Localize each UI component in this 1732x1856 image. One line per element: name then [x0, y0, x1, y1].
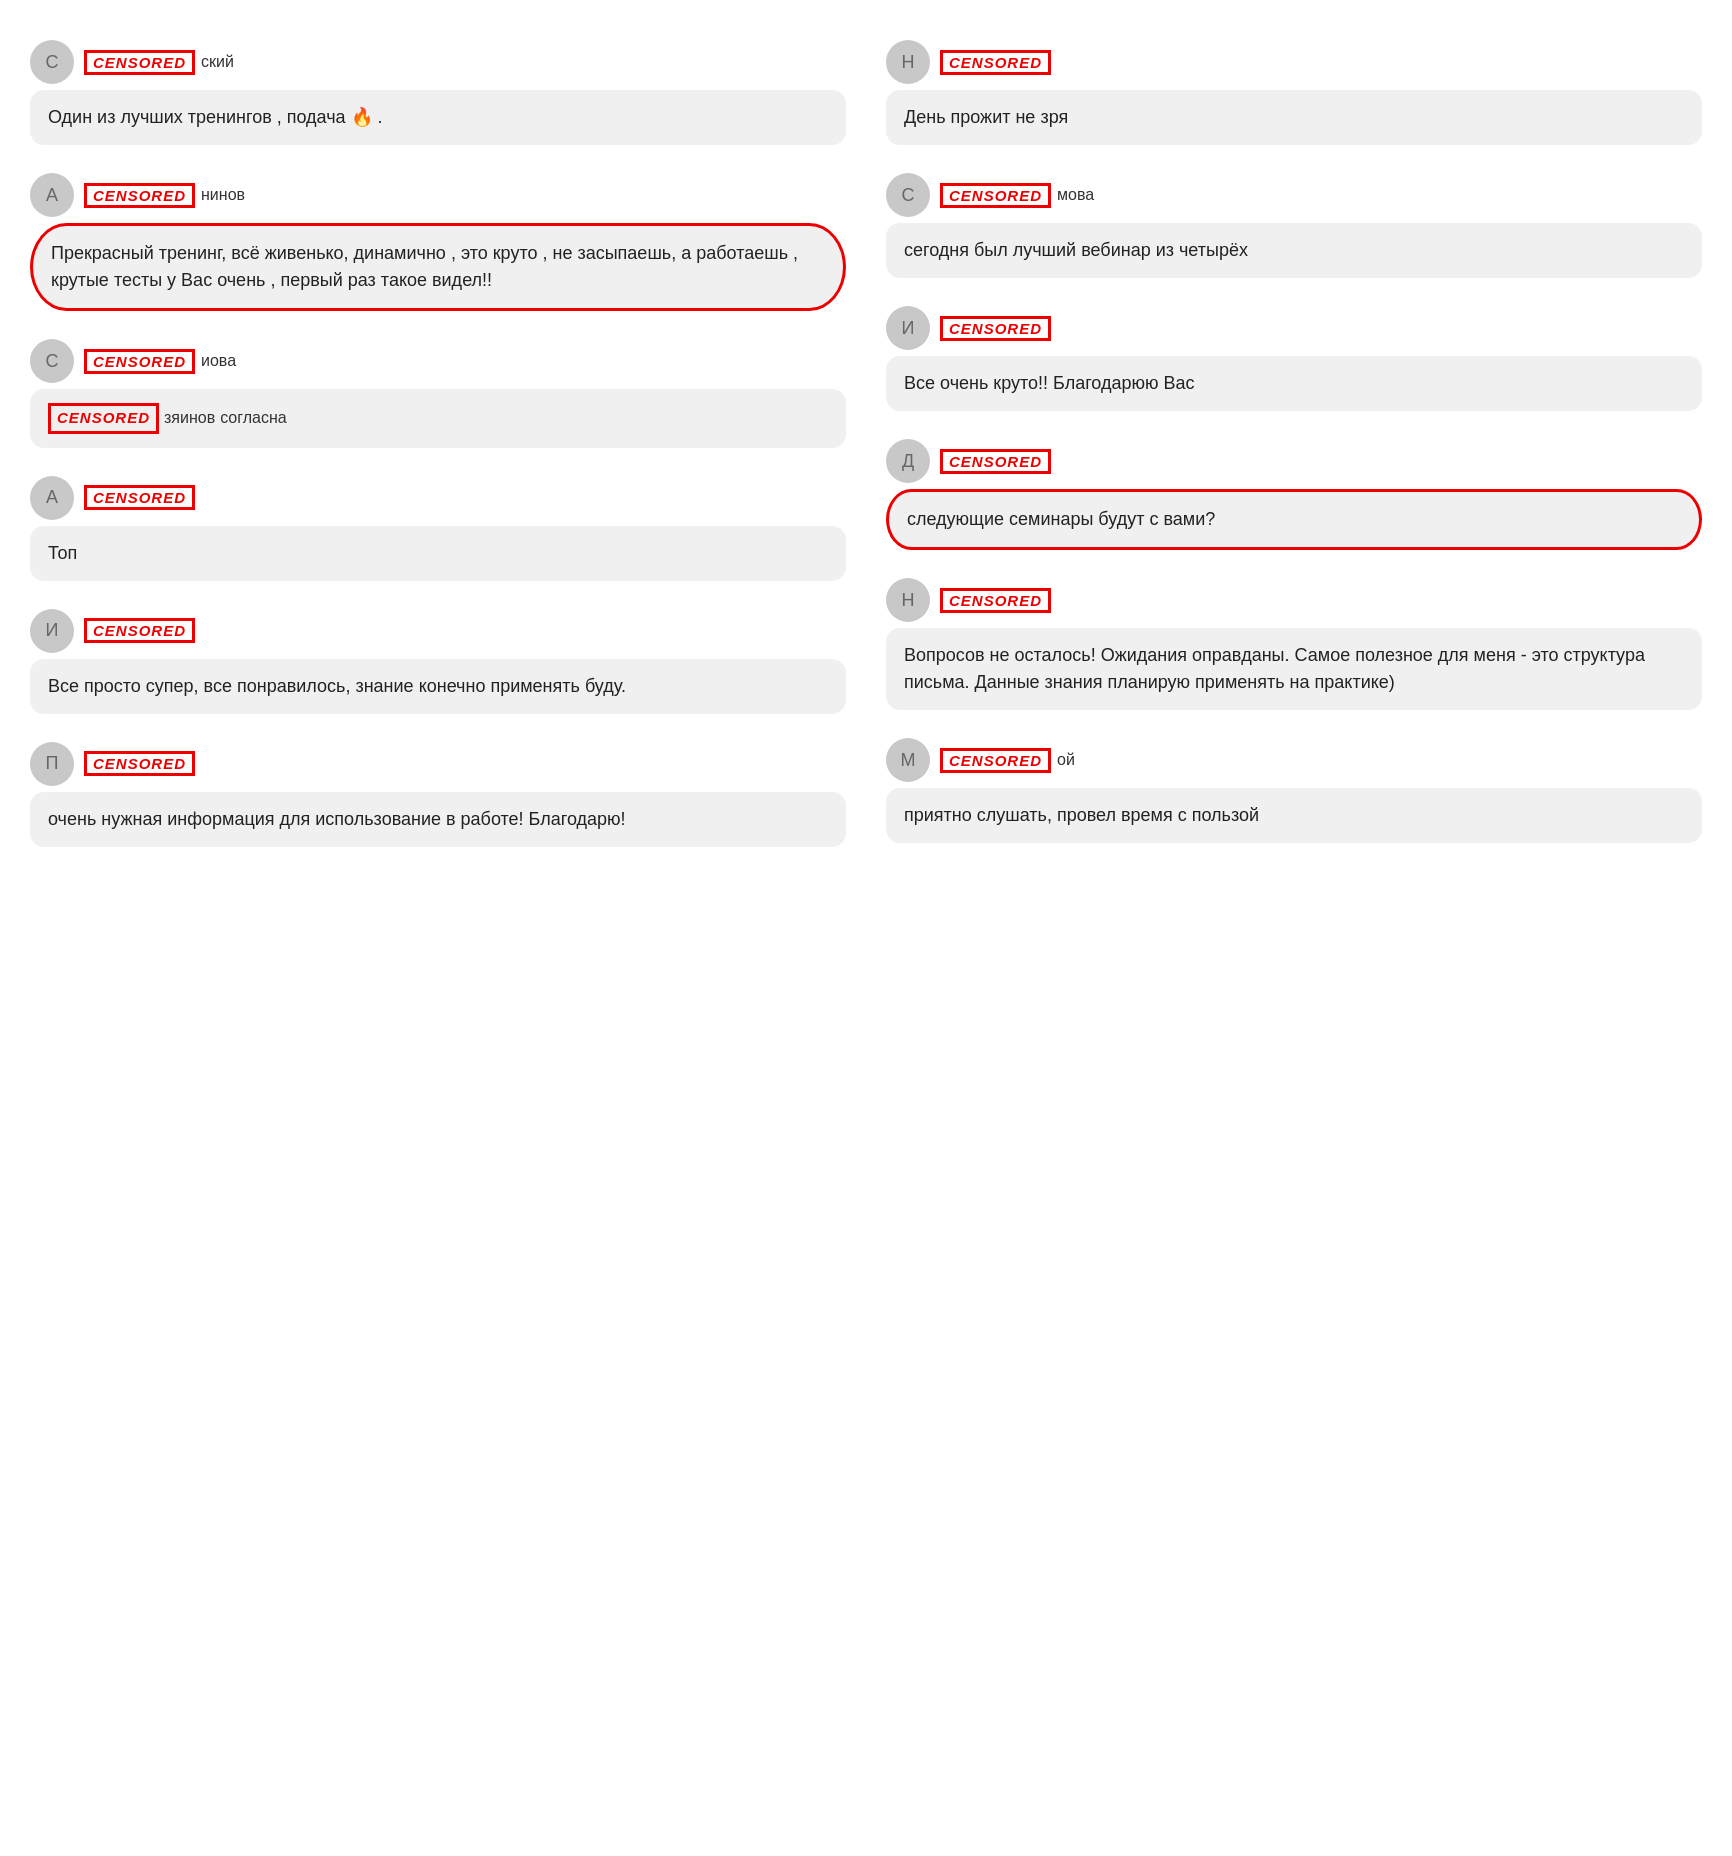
avatar: С	[886, 173, 930, 217]
message-group: Д CENSORED следующие семинары будут с ва…	[886, 439, 1702, 550]
message-group: С CENSORED ский Один из лучших тренингов…	[30, 40, 846, 145]
message-group: Н CENSORED День прожит не зря	[886, 40, 1702, 145]
avatar: М	[886, 738, 930, 782]
message-bubble: Все очень круто!! Благодарюю Вас	[886, 356, 1702, 411]
censored-badge: CENSORED	[940, 316, 1051, 341]
user-row: И CENSORED	[30, 609, 846, 653]
message-bubble-circled: следующие семинары будут с вами?	[886, 489, 1702, 550]
message-group: С CENSORED иова CENSORED зяинов согласна	[30, 339, 846, 448]
censored-badge: CENSORED	[84, 751, 195, 776]
username-area: CENSORED мова	[940, 183, 1094, 208]
user-row: Д CENSORED	[886, 439, 1702, 483]
message-group: Н CENSORED Вопросов не осталось! Ожидани…	[886, 578, 1702, 710]
message-group: А CENSORED нинов Прекрасный тренинг, всё…	[30, 173, 846, 311]
inline-badge-wrap: CENSORED зяинов согласна	[48, 403, 287, 434]
avatar: А	[30, 173, 74, 217]
username-suffix: мова	[1057, 186, 1094, 204]
user-row: П CENSORED	[30, 742, 846, 786]
chat-columns: С CENSORED ский Один из лучших тренингов…	[30, 40, 1702, 847]
username-area: CENSORED	[940, 316, 1051, 341]
username-suffix: нинов	[201, 186, 245, 204]
username-area: CENSORED	[84, 618, 195, 643]
user-row: А CENSORED	[30, 476, 846, 520]
censored-badge: CENSORED	[84, 183, 195, 208]
username-suffix: ой	[1057, 751, 1075, 769]
censored-badge: CENSORED	[940, 50, 1051, 75]
left-column: С CENSORED ский Один из лучших тренингов…	[30, 40, 846, 847]
avatar: И	[886, 306, 930, 350]
message-bubble: День прожит не зря	[886, 90, 1702, 145]
message-bubble: сегодня был лучший вебинар из четырёх	[886, 223, 1702, 278]
avatar: Н	[886, 40, 930, 84]
user-row: Н CENSORED	[886, 40, 1702, 84]
avatar: П	[30, 742, 74, 786]
user-row: М CENSORED ой	[886, 738, 1702, 782]
username-area: CENSORED	[940, 588, 1051, 613]
avatar: А	[30, 476, 74, 520]
username-area: CENSORED	[940, 449, 1051, 474]
censored-badge: CENSORED	[84, 50, 195, 75]
avatar: И	[30, 609, 74, 653]
message-bubble: Все просто супер, все понравилось, знани…	[30, 659, 846, 714]
user-row: С CENSORED ский	[30, 40, 846, 84]
message-group: С CENSORED мова сегодня был лучший вебин…	[886, 173, 1702, 278]
user-row: С CENSORED мова	[886, 173, 1702, 217]
avatar: С	[30, 40, 74, 84]
inline-censored-badge: CENSORED	[48, 403, 159, 434]
username-area: CENSORED иова	[84, 349, 236, 374]
censored-badge: CENSORED	[940, 748, 1051, 773]
username-area: CENSORED ой	[940, 748, 1075, 773]
user-row: С CENSORED иова	[30, 339, 846, 383]
censored-badge: CENSORED	[940, 449, 1051, 474]
message-group: П CENSORED очень нужная информация для и…	[30, 742, 846, 847]
username-area: CENSORED нинов	[84, 183, 245, 208]
message-group: И CENSORED Все просто супер, все понрави…	[30, 609, 846, 714]
username-area: CENSORED	[84, 751, 195, 776]
censored-badge: CENSORED	[84, 349, 195, 374]
user-row: И CENSORED	[886, 306, 1702, 350]
username-suffix: ский	[201, 53, 234, 71]
right-column: Н CENSORED День прожит не зря С CENSORED…	[886, 40, 1702, 847]
username-area: CENSORED ский	[84, 50, 234, 75]
inline-text: согласна	[220, 406, 287, 430]
message-bubble: Один из лучших тренингов , подача 🔥 .	[30, 90, 846, 145]
censored-badge: CENSORED	[940, 588, 1051, 613]
message-bubble: Топ	[30, 526, 846, 581]
avatar: С	[30, 339, 74, 383]
message-bubble: Вопросов не осталось! Ожидания оправданы…	[886, 628, 1702, 710]
username-area: CENSORED	[940, 50, 1051, 75]
inline-suffix: зяинов	[164, 406, 215, 430]
username-suffix: иова	[201, 352, 236, 370]
censored-badge: CENSORED	[84, 485, 195, 510]
message-bubble: очень нужная информация для использовани…	[30, 792, 846, 847]
user-row: А CENSORED нинов	[30, 173, 846, 217]
message-group: И CENSORED Все очень круто!! Благодарюю …	[886, 306, 1702, 411]
censored-badge: CENSORED	[940, 183, 1051, 208]
username-area: CENSORED	[84, 485, 195, 510]
avatar: Н	[886, 578, 930, 622]
avatar: Д	[886, 439, 930, 483]
message-bubble: приятно слушать, провел время с пользой	[886, 788, 1702, 843]
user-row: Н CENSORED	[886, 578, 1702, 622]
censored-badge: CENSORED	[84, 618, 195, 643]
message-group: А CENSORED Топ	[30, 476, 846, 581]
message-bubble-inline: CENSORED зяинов согласна	[30, 389, 846, 448]
message-bubble-circled: Прекрасный тренинг, всё живенько, динами…	[30, 223, 846, 311]
message-group: М CENSORED ой приятно слушать, провел вр…	[886, 738, 1702, 843]
